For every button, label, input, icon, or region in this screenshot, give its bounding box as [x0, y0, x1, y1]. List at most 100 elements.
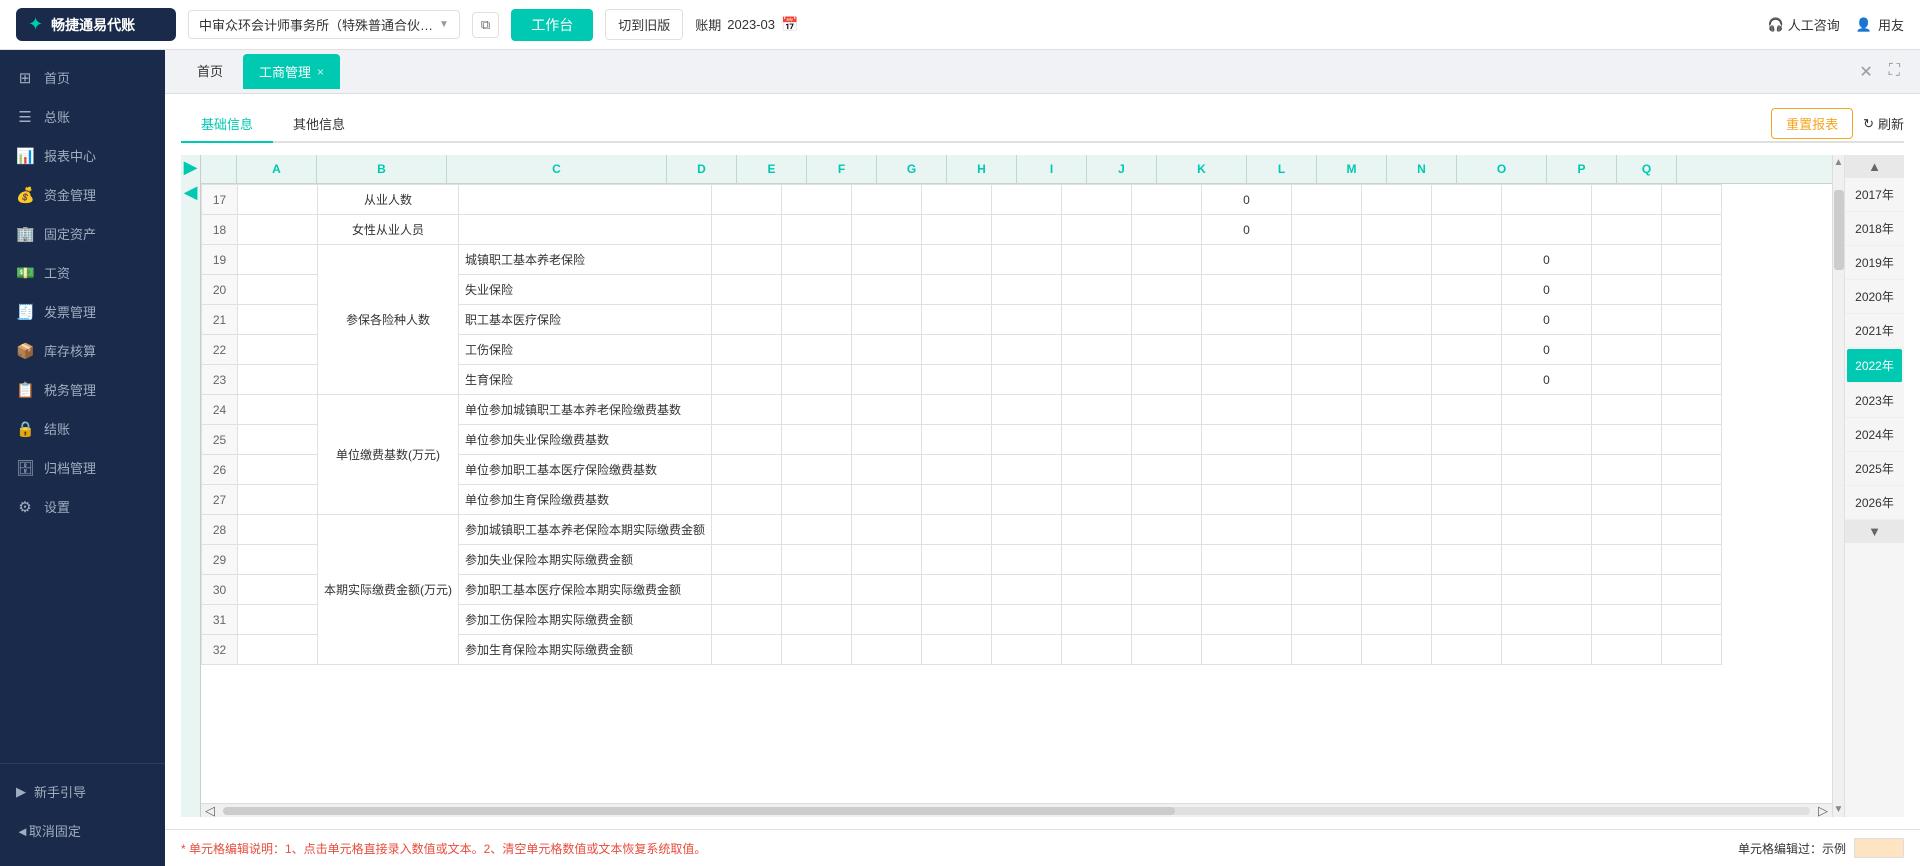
h-scroll-thumb[interactable] — [223, 807, 1175, 815]
cell-17-N[interactable] — [1432, 185, 1502, 215]
tab-home[interactable]: 首页 — [181, 53, 239, 90]
cell-18-N[interactable] — [1432, 215, 1502, 245]
cell-21-N[interactable] — [1432, 305, 1502, 335]
cell-18-G[interactable] — [922, 215, 992, 245]
cell-31-F[interactable] — [852, 605, 922, 635]
cell-31-L[interactable] — [1292, 605, 1362, 635]
cell-30-J[interactable] — [1132, 575, 1202, 605]
cell-23-H[interactable] — [992, 365, 1062, 395]
cell-28-O[interactable] — [1502, 515, 1592, 545]
cell-26-K[interactable] — [1202, 455, 1292, 485]
cell-30-C[interactable]: 参加职工基本医疗保险本期实际缴费金额 — [459, 575, 712, 605]
cell-29-F[interactable] — [852, 545, 922, 575]
cell-31-O[interactable] — [1502, 605, 1592, 635]
cell-18-K[interactable]: 0 — [1202, 215, 1292, 245]
cell-23-I[interactable] — [1062, 365, 1132, 395]
cell-25-G[interactable] — [922, 425, 992, 455]
year-item-2019[interactable]: 2019年 — [1845, 246, 1904, 280]
cell-31-K[interactable] — [1202, 605, 1292, 635]
cell-30-P[interactable] — [1592, 575, 1662, 605]
cell-29-J[interactable] — [1132, 545, 1202, 575]
year-item-2021[interactable]: 2021年 — [1845, 314, 1904, 348]
cell-21-D[interactable] — [712, 305, 782, 335]
cell-24-O[interactable] — [1502, 395, 1592, 425]
cell-21-A[interactable] — [238, 305, 318, 335]
cell-21-L[interactable] — [1292, 305, 1362, 335]
cell-24-H[interactable] — [992, 395, 1062, 425]
cell-30-A[interactable] — [238, 575, 318, 605]
tab-business-mgmt[interactable]: 工商管理 × — [243, 54, 340, 89]
cell-20-N[interactable] — [1432, 275, 1502, 305]
cell-23-A[interactable] — [238, 365, 318, 395]
cell-31-N[interactable] — [1432, 605, 1502, 635]
year-item-2026[interactable]: 2026年 — [1845, 486, 1904, 520]
cell-23-M[interactable] — [1362, 365, 1432, 395]
cell-27-A[interactable] — [238, 485, 318, 515]
cell-32-I[interactable] — [1062, 635, 1132, 665]
cell-24-B-merged[interactable]: 单位缴费基数(万元) — [318, 395, 459, 515]
cell-24-F[interactable] — [852, 395, 922, 425]
cell-21-O[interactable]: 0 — [1502, 305, 1592, 335]
cell-31-E[interactable] — [782, 605, 852, 635]
tab-other-info[interactable]: 其他信息 — [273, 106, 365, 143]
v-scroll-thumb[interactable] — [1834, 190, 1844, 270]
cell-26-F[interactable] — [852, 455, 922, 485]
cell-28-P[interactable] — [1592, 515, 1662, 545]
cell-23-O[interactable]: 0 — [1502, 365, 1592, 395]
sidebar-item-salary[interactable]: 💵 工资 — [0, 253, 165, 292]
new-user-guide-button[interactable]: ▶ 新手引导 — [0, 772, 165, 811]
cell-17-L[interactable] — [1292, 185, 1362, 215]
cell-23-K[interactable] — [1202, 365, 1292, 395]
year-panel-down[interactable]: ▼ — [1845, 520, 1904, 543]
sidebar-item-assets[interactable]: 🏢 固定资产 — [0, 214, 165, 253]
reset-report-button[interactable]: 重置报表 — [1771, 108, 1853, 139]
cell-22-F[interactable] — [852, 335, 922, 365]
cell-17-D[interactable] — [712, 185, 782, 215]
cell-24-P[interactable] — [1592, 395, 1662, 425]
cell-29-N[interactable] — [1432, 545, 1502, 575]
scroll-down-arrow[interactable]: ▼ — [1833, 802, 1844, 817]
cell-20-Q[interactable] — [1662, 275, 1722, 305]
cell-17-B[interactable]: 从业人数 — [318, 185, 459, 215]
cell-21-C[interactable]: 职工基本医疗保险 — [459, 305, 712, 335]
cell-20-L[interactable] — [1292, 275, 1362, 305]
vertical-scrollbar[interactable]: ▲ ▼ — [1832, 155, 1844, 817]
cell-20-E[interactable] — [782, 275, 852, 305]
cell-24-M[interactable] — [1362, 395, 1432, 425]
cell-28-A[interactable] — [238, 515, 318, 545]
cell-32-D[interactable] — [712, 635, 782, 665]
sidebar-item-invoice[interactable]: 🧾 发票管理 — [0, 292, 165, 331]
cell-20-P[interactable] — [1592, 275, 1662, 305]
cell-32-J[interactable] — [1132, 635, 1202, 665]
cell-27-L[interactable] — [1292, 485, 1362, 515]
ai-consult-button[interactable]: 🎧 人工咨询 — [1768, 15, 1840, 34]
spreadsheet-scroll-area[interactable]: 17 从业人数 0 — [201, 184, 1832, 803]
cell-25-N[interactable] — [1432, 425, 1502, 455]
panel-close-icon[interactable]: ✕ — [1855, 58, 1876, 86]
cell-25-O[interactable] — [1502, 425, 1592, 455]
sidebar-item-capital[interactable]: 💰 资金管理 — [0, 175, 165, 214]
scroll-up-arrow[interactable]: ▲ — [1833, 155, 1844, 170]
cell-23-N[interactable] — [1432, 365, 1502, 395]
cell-25-E[interactable] — [782, 425, 852, 455]
cell-22-N[interactable] — [1432, 335, 1502, 365]
cell-19-H[interactable] — [992, 245, 1062, 275]
cell-19-C[interactable]: 城镇职工基本养老保险 — [459, 245, 712, 275]
cell-26-A[interactable] — [238, 455, 318, 485]
cell-29-D[interactable] — [712, 545, 782, 575]
cell-25-C[interactable]: 单位参加失业保险缴费基数 — [459, 425, 712, 455]
cell-28-E[interactable] — [782, 515, 852, 545]
cell-30-H[interactable] — [992, 575, 1062, 605]
cell-18-L[interactable] — [1292, 215, 1362, 245]
cell-32-H[interactable] — [992, 635, 1062, 665]
cell-17-E[interactable] — [782, 185, 852, 215]
cell-19-N[interactable] — [1432, 245, 1502, 275]
cell-32-L[interactable] — [1292, 635, 1362, 665]
sidebar-item-tax[interactable]: 📋 税务管理 — [0, 370, 165, 409]
cell-25-M[interactable] — [1362, 425, 1432, 455]
cell-27-F[interactable] — [852, 485, 922, 515]
cell-32-N[interactable] — [1432, 635, 1502, 665]
collapse-icon[interactable]: ◀ — [184, 182, 198, 203]
cell-19-P[interactable] — [1592, 245, 1662, 275]
cell-22-A[interactable] — [238, 335, 318, 365]
